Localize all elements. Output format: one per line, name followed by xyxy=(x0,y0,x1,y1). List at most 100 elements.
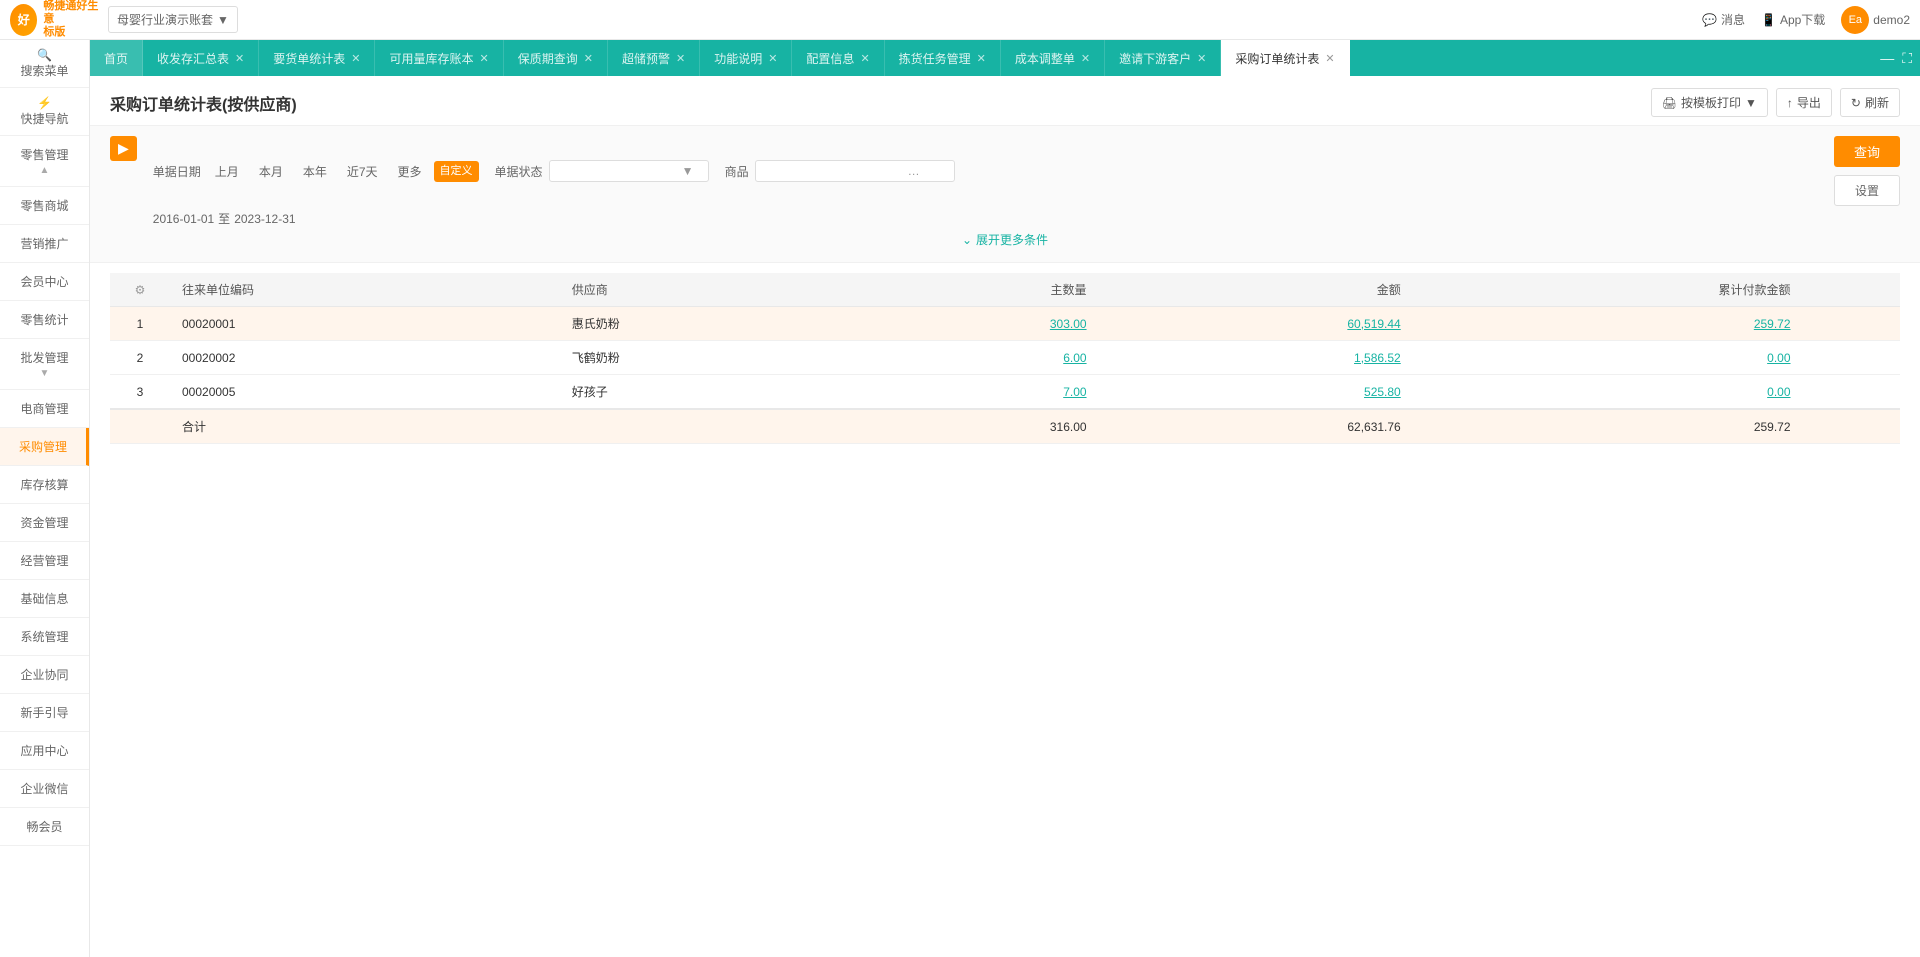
sidebar-item-purchase[interactable]: 采购管理 xyxy=(0,428,89,466)
sidebar-item-inventory[interactable]: 库存核算 xyxy=(0,466,89,504)
cell-amount[interactable]: 60,519.44 xyxy=(1099,307,1413,341)
tab-available-stock-close-icon[interactable]: ✕ xyxy=(480,52,489,65)
sidebar-system-label: 系统管理 xyxy=(20,628,68,645)
tab-purchase-order-stats-close-icon[interactable]: ✕ xyxy=(1325,52,1334,65)
tab-purchase-stats[interactable]: 要货单统计表 ✕ xyxy=(259,40,375,76)
tab-purchase-order-stats[interactable]: 采购订单统计表 ✕ xyxy=(1221,40,1349,76)
expand-more-button[interactable]: ⌄ 展开更多条件 xyxy=(962,231,1048,248)
cell-paid-amount[interactable]: 0.00 xyxy=(1413,341,1803,375)
sidebar-quick-nav[interactable]: ⚡ 快捷导航 xyxy=(0,88,89,136)
filter-goods-more-icon: … xyxy=(908,164,920,178)
sidebar-item-basic-info[interactable]: 基础信息 xyxy=(0,580,89,618)
filter-goods-input[interactable]: … xyxy=(755,160,955,182)
sidebar-ecommerce-label: 电商管理 xyxy=(20,400,68,417)
page-header: 采购订单统计表(按供应商) 🖨 按模板打印 ▼ ↑ 导出 ↻ 刷新 xyxy=(90,76,1920,126)
tab-available-stock[interactable]: 可用量库存账本 ✕ xyxy=(375,40,503,76)
tab-invite-downstream[interactable]: 邀请下游客户 ✕ xyxy=(1105,40,1221,76)
tab-expiry-query-close-icon[interactable]: ✕ xyxy=(584,52,593,65)
table-footer-row: 合计 316.00 62,631.76 259.72 xyxy=(110,409,1900,444)
sidebar-member-center-label: 会员中心 xyxy=(20,273,68,290)
chevron-down-icon: ⌄ xyxy=(962,233,972,247)
sidebar-item-enterprise-wechat[interactable]: 企业微信 xyxy=(0,770,89,808)
print-label: 按模板打印 xyxy=(1681,94,1741,111)
cell-extra xyxy=(1803,307,1900,341)
sidebar-item-enterprise-coop[interactable]: 企业协同 xyxy=(0,656,89,694)
sidebar-retail-management-label: 零售管理 xyxy=(20,146,68,163)
cell-amount[interactable]: 525.80 xyxy=(1099,375,1413,410)
setting-button[interactable]: 设置 xyxy=(1834,175,1900,206)
cell-paid-amount[interactable]: 0.00 xyxy=(1413,375,1803,410)
expand-more-label: 展开更多条件 xyxy=(976,231,1048,248)
sidebar-item-system[interactable]: 系统管理 xyxy=(0,618,89,656)
sidebar-item-marketing[interactable]: 营销推广 xyxy=(0,225,89,263)
sidebar-item-retail-shop[interactable]: 零售商城 xyxy=(0,187,89,225)
tab-function-desc-close-icon[interactable]: ✕ xyxy=(768,52,777,65)
quick-nav-icon: ⚡ xyxy=(37,96,52,110)
sidebar-item-retail-stats[interactable]: 零售统计 xyxy=(0,301,89,339)
sidebar-search[interactable]: 🔍 搜索菜单 xyxy=(0,40,89,88)
tab-config-info[interactable]: 配置信息 ✕ xyxy=(792,40,884,76)
sidebar-app-center-label: 应用中心 xyxy=(20,742,68,759)
sidebar-item-operations[interactable]: 经营管理 xyxy=(0,542,89,580)
tab-overstock[interactable]: 超储预警 ✕ xyxy=(608,40,700,76)
app-download-button[interactable]: 📱 App下载 xyxy=(1761,11,1825,28)
filter-date-more[interactable]: 更多 xyxy=(390,161,430,182)
col-header-main-qty: 主数量 xyxy=(852,273,1098,307)
tab-function-desc[interactable]: 功能说明 ✕ xyxy=(700,40,792,76)
top-bar-right: 💬 消息 📱 App下载 Ea demo2 xyxy=(1702,6,1910,34)
sidebar-item-retail-management[interactable]: 零售管理 ▲ xyxy=(0,136,89,187)
print-button[interactable]: 🖨 按模板打印 ▼ xyxy=(1651,88,1768,117)
filter-toggle-button[interactable]: ▶ xyxy=(110,136,137,161)
tab-expiry-query[interactable]: 保质期查询 ✕ xyxy=(504,40,608,76)
sidebar-item-new-guide[interactable]: 新手引导 xyxy=(0,694,89,732)
sidebar-item-member[interactable]: 畅会员 xyxy=(0,808,89,846)
tab-purchase-stats-close-icon[interactable]: ✕ xyxy=(351,52,360,65)
sidebar-item-member-center[interactable]: 会员中心 xyxy=(0,263,89,301)
refresh-button[interactable]: ↻ 刷新 xyxy=(1840,88,1900,117)
cell-paid-amount[interactable]: 259.72 xyxy=(1413,307,1803,341)
sidebar-item-capital[interactable]: 资金管理 xyxy=(0,504,89,542)
cell-amount[interactable]: 1,586.52 xyxy=(1099,341,1413,375)
cell-main-qty[interactable]: 6.00 xyxy=(852,341,1098,375)
col-header-settings: ⚙ xyxy=(110,273,170,307)
cell-supplier-code: 00020001 xyxy=(170,307,560,341)
tab-cost-adjust[interactable]: 成本调整单 ✕ xyxy=(1001,40,1105,76)
message-button[interactable]: 💬 消息 xyxy=(1702,11,1745,28)
export-button[interactable]: ↑ 导出 xyxy=(1776,88,1832,117)
sidebar-item-app-center[interactable]: 应用中心 xyxy=(0,732,89,770)
cell-main-qty[interactable]: 303.00 xyxy=(852,307,1098,341)
cell-seq: 1 xyxy=(110,307,170,341)
tab-maximize-icon[interactable]: ⛶ xyxy=(1902,50,1912,67)
workspace-label: 母婴行业演示账套 xyxy=(117,11,213,28)
filter-date-7days[interactable]: 近7天 xyxy=(339,161,386,182)
filter-date-last-month[interactable]: 上月 xyxy=(207,161,247,182)
settings-icon[interactable]: ⚙ xyxy=(135,283,146,297)
workspace-selector[interactable]: 母婴行业演示账套 ▼ xyxy=(108,6,238,33)
tab-stocking-tasks[interactable]: 拣货任务管理 ✕ xyxy=(885,40,1001,76)
filter-goods-item: 商品 … xyxy=(725,160,955,182)
cell-supplier: 好孩子 xyxy=(560,375,852,410)
sidebar-item-wholesale[interactable]: 批发管理 ▼ xyxy=(0,339,89,390)
page-title: 采购订单统计表(按供应商) xyxy=(110,91,297,115)
tab-config-info-close-icon[interactable]: ✕ xyxy=(860,52,869,65)
filter-date-this-year[interactable]: 本年 xyxy=(295,161,335,182)
tab-overstock-close-icon[interactable]: ✕ xyxy=(676,52,685,65)
filter-status-select[interactable]: ▼ xyxy=(549,160,709,182)
table-container: ⚙ 往来单位编码 供应商 主数量 金额 累计付款金额 1 00020001 xyxy=(90,273,1920,444)
tab-collection-summary-close-icon[interactable]: ✕ xyxy=(235,52,244,65)
tab-cost-adjust-close-icon[interactable]: ✕ xyxy=(1081,52,1090,65)
tab-overstock-label: 超储预警 xyxy=(622,50,670,67)
query-button[interactable]: 查询 xyxy=(1834,136,1900,167)
cell-main-qty[interactable]: 7.00 xyxy=(852,375,1098,410)
tab-stocking-tasks-close-icon[interactable]: ✕ xyxy=(977,52,986,65)
filter-date-this-month[interactable]: 本月 xyxy=(251,161,291,182)
user-area[interactable]: Ea demo2 xyxy=(1841,6,1910,34)
footer-amount: 62,631.76 xyxy=(1099,409,1413,444)
tab-invite-downstream-close-icon[interactable]: ✕ xyxy=(1197,52,1206,65)
table-row: 2 00020002 飞鹤奶粉 6.00 1,586.52 0.00 xyxy=(110,341,1900,375)
tab-home[interactable]: 首页 xyxy=(90,40,143,76)
tab-collection-summary[interactable]: 收发存汇总表 ✕ xyxy=(143,40,259,76)
sidebar-item-ecommerce[interactable]: 电商管理 xyxy=(0,390,89,428)
sidebar-basic-info-label: 基础信息 xyxy=(20,590,68,607)
tab-minimize-icon[interactable]: — xyxy=(1880,50,1894,66)
